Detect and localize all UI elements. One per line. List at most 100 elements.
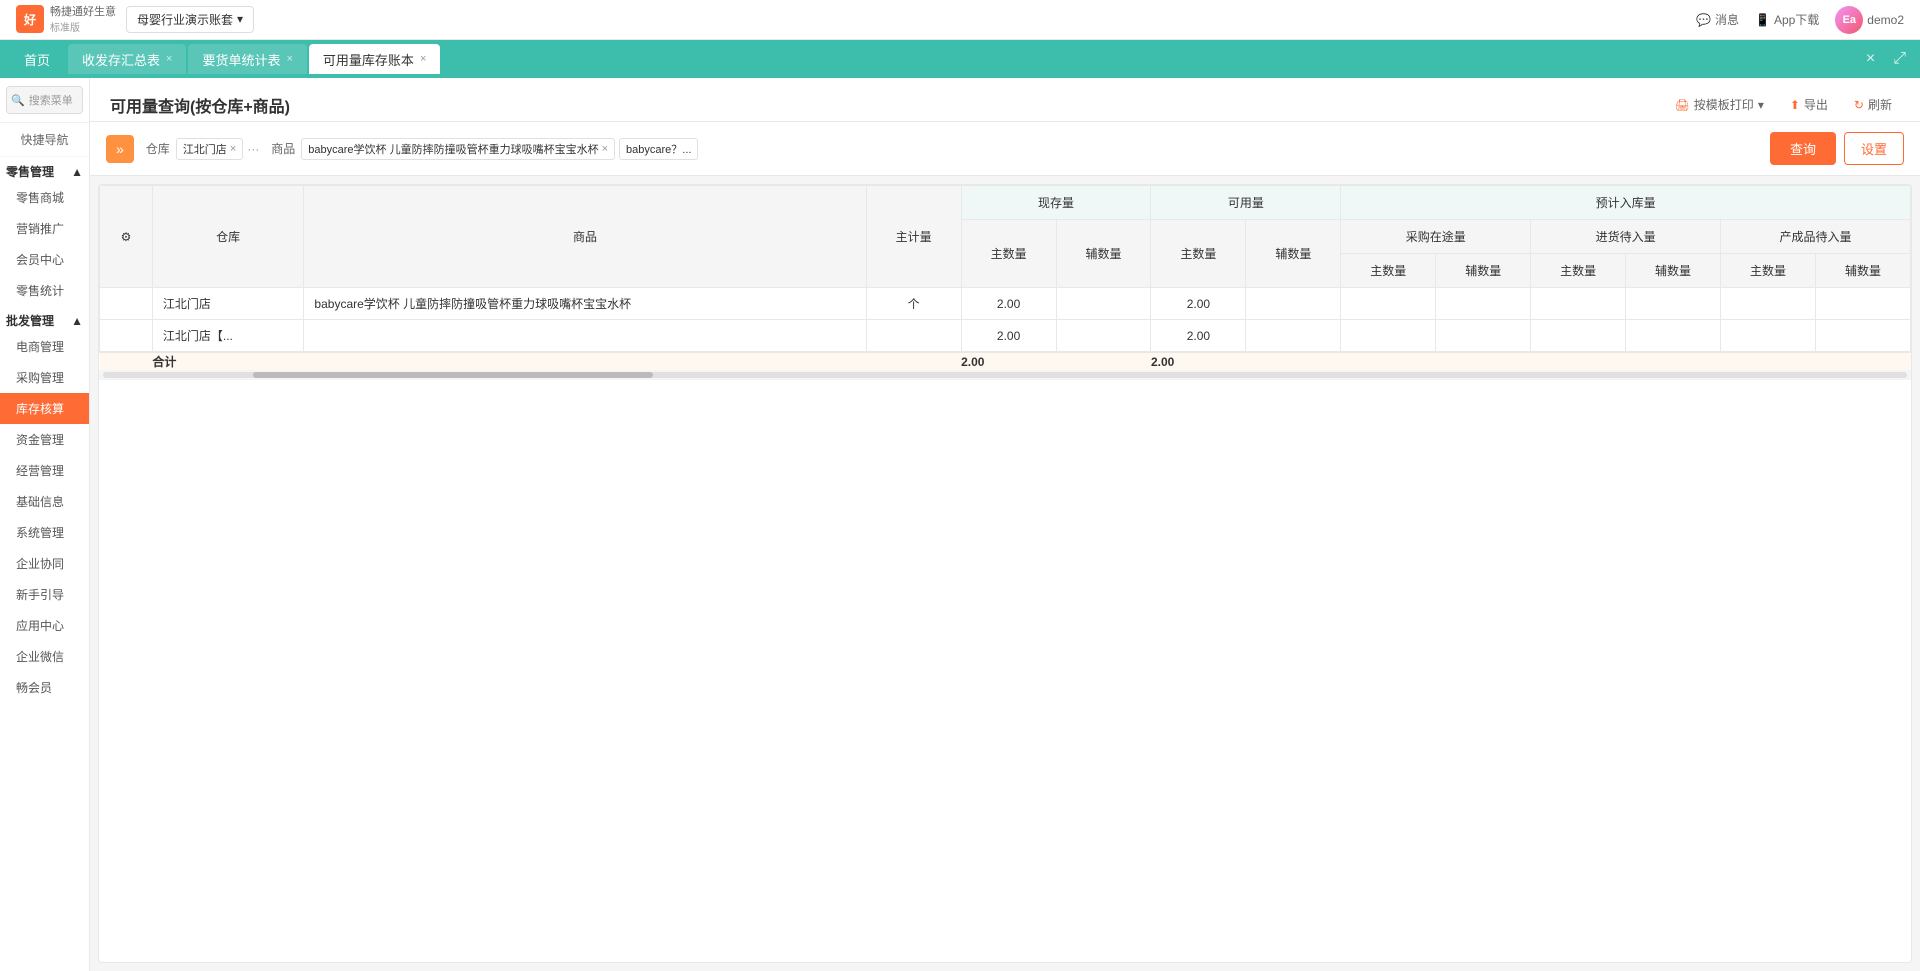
export-label: 导出 xyxy=(1804,96,1828,113)
refresh-label: 刷新 xyxy=(1868,96,1892,113)
product-filter-group: 商品 babycare学饮杯 儿童防摔防撞吸管杯重力球吸嘴杯宝宝水杯 × bab… xyxy=(271,138,698,160)
col-available-header: 可用量 xyxy=(1151,186,1341,220)
refresh-icon: ↻ xyxy=(1854,98,1864,112)
tab-collection-summary[interactable]: 收发存汇总表 × xyxy=(68,44,186,74)
sidebar-item-system[interactable]: 系统管理 xyxy=(0,517,89,548)
content-area: 可用量查询(按仓库+商品) 🖨 按模板打印 ▾ ⬆ 导出 ↻ 刷新 » xyxy=(90,78,1920,971)
footer-available-aux xyxy=(1246,352,1341,370)
logo-text: 畅捷通好生意 xyxy=(50,5,116,19)
tab-collection-summary-close[interactable]: × xyxy=(166,54,172,65)
col-settings[interactable]: ⚙ xyxy=(100,186,153,288)
warehouse-filter-label: 仓库 xyxy=(146,140,170,157)
footer-stock-total: 2.00 xyxy=(961,352,1056,370)
summary-row: 合计 2.00 2.00 xyxy=(100,352,1911,370)
sidebar-item-retail-stats[interactable]: 零售统计 xyxy=(0,275,89,306)
nav-right: × ⤢ xyxy=(1860,48,1912,70)
col-purchase-aux-header: 辅数量 xyxy=(1436,254,1531,288)
sidebar-item-ecommerce-label: 电商管理 xyxy=(16,340,64,354)
tab-available-stock-close[interactable]: × xyxy=(420,54,426,65)
row2-available-main: 2.00 xyxy=(1151,320,1246,353)
warehouse-filter-group: 仓库 江北门店 × ··· xyxy=(146,138,259,160)
sidebar-item-retail-stats-label: 零售统计 xyxy=(16,284,64,298)
row1-stock-aux xyxy=(1056,288,1151,320)
filter-actions: 查询 设置 xyxy=(1770,132,1904,165)
sidebar-item-collaboration[interactable]: 企业协同 xyxy=(0,548,89,579)
sidebar-item-procurement-label: 采购管理 xyxy=(16,371,64,385)
message-action[interactable]: 💬 消息 xyxy=(1696,11,1739,28)
product-tag-1-close[interactable]: × xyxy=(602,143,608,155)
top-header: 好 畅捷通好生意 标准版 母婴行业演示账套 ▾ 💬 消息 📱 App下载 Ea … xyxy=(0,0,1920,40)
row2-stock-aux xyxy=(1056,320,1151,353)
sidebar-item-member[interactable]: 会员中心 xyxy=(0,244,89,275)
nav-close-all-btn[interactable]: × xyxy=(1860,48,1881,70)
sidebar-item-finance-label: 资金管理 xyxy=(16,433,64,447)
settings-button[interactable]: 设置 xyxy=(1844,132,1904,165)
sidebar-item-basic-info[interactable]: 基础信息 xyxy=(0,486,89,517)
tab-order-stats-close[interactable]: × xyxy=(286,54,292,65)
user-action[interactable]: Ea demo2 xyxy=(1835,6,1904,34)
logo-area: 好 畅捷通好生意 标准版 xyxy=(16,5,116,34)
footer-product-aux xyxy=(1815,352,1910,370)
table-row: 江北门店【... 2.00 2.00 xyxy=(100,320,1911,353)
tab-collection-summary-label: 收发存汇总表 xyxy=(82,50,160,69)
logo-text-area: 畅捷通好生意 标准版 xyxy=(50,5,116,34)
warehouse-tag-value: 江北门店 xyxy=(183,141,227,157)
scrollbar-thumb[interactable] xyxy=(253,372,653,378)
col-warehouse-header: 仓库 xyxy=(152,186,304,288)
col-incoming-main-header: 主数量 xyxy=(1531,254,1626,288)
row1-available-main: 2.00 xyxy=(1151,288,1246,320)
app-download-action[interactable]: 📱 App下载 xyxy=(1755,11,1819,28)
sidebar-item-new-guide[interactable]: 新手引导 xyxy=(0,579,89,610)
username-label: demo2 xyxy=(1867,13,1904,27)
sidebar-item-quick-nav[interactable]: 快捷导航 xyxy=(0,123,89,157)
tab-home[interactable]: 首页 xyxy=(8,44,66,74)
sidebar-item-marketing[interactable]: 营销推广 xyxy=(0,213,89,244)
query-button[interactable]: 查询 xyxy=(1770,132,1836,165)
sidebar-search-area: 🔍 搜索菜单 xyxy=(0,78,89,123)
sidebar-item-finance[interactable]: 资金管理 xyxy=(0,424,89,455)
sidebar-item-procurement[interactable]: 采购管理 xyxy=(0,362,89,393)
footer-purchase-main xyxy=(1341,352,1436,370)
phone-icon: 📱 xyxy=(1755,13,1770,27)
search-label: 搜索菜单 xyxy=(29,92,73,108)
row1-purchase-main xyxy=(1341,288,1436,320)
industry-selector[interactable]: 母婴行业演示账套 ▾ xyxy=(126,6,254,33)
sidebar-item-inventory[interactable]: 库存核算 xyxy=(0,393,89,424)
warehouse-filter-more[interactable]: ··· xyxy=(247,142,259,156)
tab-order-stats[interactable]: 要货单统计表 × xyxy=(188,44,306,74)
table-row: 江北门店 babycare学饮杯 儿童防摔防撞吸管杯重力球吸嘴杯宝宝水杯 个 2… xyxy=(100,288,1911,320)
sidebar-section-wholesale[interactable]: 批发管理 ▲ xyxy=(0,306,89,331)
sidebar-section-retail-label: 零售管理 xyxy=(6,163,54,180)
sidebar-search-button[interactable]: 🔍 搜索菜单 xyxy=(6,86,83,114)
print-action[interactable]: 🖨 按模板打印 ▾ xyxy=(1667,92,1772,117)
sidebar-item-ecommerce[interactable]: 电商管理 xyxy=(0,331,89,362)
refresh-action[interactable]: ↻ 刷新 xyxy=(1846,92,1900,117)
footer-label: 合计 xyxy=(152,352,304,370)
filter-toggle-button[interactable]: » xyxy=(106,135,134,163)
sidebar-item-vip[interactable]: 畅会员 xyxy=(0,672,89,703)
sidebar-item-wechat[interactable]: 企业微信 xyxy=(0,641,89,672)
horizontal-scrollbar[interactable] xyxy=(99,370,1911,380)
footer-product xyxy=(304,352,866,370)
nav-expand-btn[interactable]: ⤢ xyxy=(1887,48,1912,70)
main-layout: 🔍 搜索菜单 快捷导航 零售管理 ▲ 零售商城 营销推广 会员中心 零售统计 批… xyxy=(0,78,1920,971)
export-action[interactable]: ⬆ 导出 xyxy=(1782,92,1836,117)
sidebar-item-wechat-label: 企业微信 xyxy=(16,650,64,664)
warehouse-tag-close[interactable]: × xyxy=(230,143,236,155)
sidebar-item-operations[interactable]: 经营管理 xyxy=(0,455,89,486)
row1-warehouse: 江北门店 xyxy=(152,288,304,320)
sidebar-item-retail-mall[interactable]: 零售商城 xyxy=(0,182,89,213)
home-label: 首页 xyxy=(24,50,50,69)
row1-product-main xyxy=(1721,288,1816,320)
sidebar-item-member-label: 会员中心 xyxy=(16,253,64,267)
sidebar-section-retail[interactable]: 零售管理 ▲ xyxy=(0,157,89,182)
row1-purchase-aux xyxy=(1436,288,1531,320)
footer-unit xyxy=(866,352,961,370)
col-product-main-header: 主数量 xyxy=(1721,254,1816,288)
header-right: 💬 消息 📱 App下载 Ea demo2 xyxy=(1696,6,1904,34)
tab-available-stock[interactable]: 可用量库存账本 × xyxy=(309,44,440,74)
sidebar-item-new-guide-label: 新手引导 xyxy=(16,588,64,602)
avatar: Ea xyxy=(1835,6,1863,34)
sidebar-item-app-center[interactable]: 应用中心 xyxy=(0,610,89,641)
sidebar-item-marketing-label: 营销推广 xyxy=(16,222,64,236)
